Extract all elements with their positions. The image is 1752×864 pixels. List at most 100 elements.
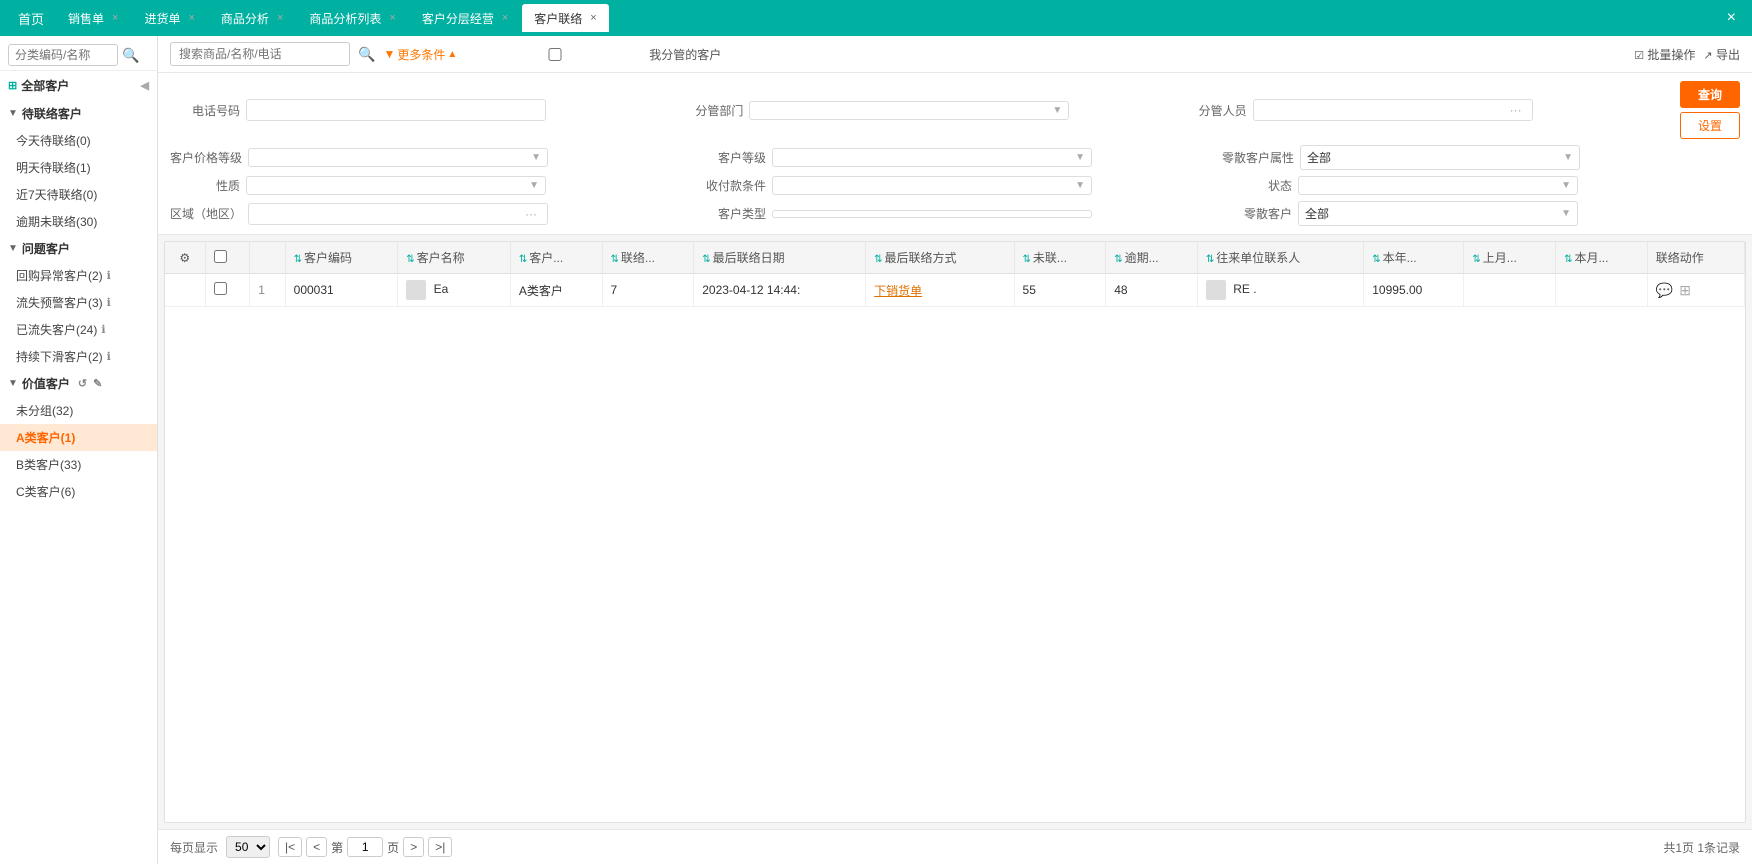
sidebar-collapse-button[interactable]: ◀: [141, 79, 149, 92]
status-select[interactable]: ▼: [1298, 176, 1578, 195]
search-icon-button[interactable]: 🔍: [358, 46, 375, 63]
edit-icon[interactable]: ✎: [93, 377, 102, 390]
select-all-checkbox[interactable]: [214, 250, 227, 263]
sidebar-problem-customers-header[interactable]: ▼ 问题客户: [0, 235, 157, 262]
th-contact-count[interactable]: ⇅联络...: [602, 242, 694, 274]
filter-row-2: 客户价格等级 ▼ 客户等级 ▼ 零散客户属性 全部: [170, 145, 1740, 170]
page-number-input[interactable]: [347, 837, 383, 857]
first-page-button[interactable]: |<: [278, 837, 302, 857]
phone-input[interactable]: [246, 99, 546, 121]
dept-label: 分管部门: [673, 102, 743, 119]
sidebar-pending-contact-header[interactable]: ▼ 待联络客户: [0, 100, 157, 127]
sidebar-item-abnormal-repurchase[interactable]: 回购异常客户(2) ℹ: [0, 262, 157, 289]
price-level-label: 客户价格等级: [170, 149, 242, 166]
th-last-contact-date[interactable]: ⇅最后联络日期: [694, 242, 866, 274]
sidebar-item-churned[interactable]: 已流失客户(24) ℹ: [0, 316, 157, 343]
payment-select[interactable]: ▼: [772, 176, 1092, 195]
sidebar-all-customers-header[interactable]: ⊞ 全部客户 ◀: [0, 71, 157, 100]
last-page-button[interactable]: >|: [428, 837, 452, 857]
refresh-icon[interactable]: ↺: [78, 377, 87, 390]
tab-customer-tier[interactable]: 客户分层经营 ×: [410, 4, 520, 32]
prev-page-button[interactable]: <: [306, 837, 327, 857]
tab-product-analysis[interactable]: 商品分析 ×: [209, 4, 295, 32]
sidebar-item-ungrouped[interactable]: 未分组(32): [0, 397, 157, 424]
td-last-contact-way[interactable]: 下销货单: [866, 274, 1014, 307]
th-this-year[interactable]: ⇅本年...: [1364, 242, 1464, 274]
th-this-month[interactable]: ⇅本月...: [1556, 242, 1648, 274]
th-overdue[interactable]: ⇅逾期...: [1106, 242, 1198, 274]
sidebar-item-class-b[interactable]: B类客户(33): [0, 451, 157, 478]
tab-purchase-order[interactable]: 进货单 ×: [132, 4, 206, 32]
td-last-month: [1464, 274, 1556, 307]
nav-home[interactable]: 首页: [8, 9, 54, 28]
th-seq: [250, 242, 285, 274]
td-actions: 💬 ⊞: [1647, 274, 1744, 307]
td-unit-contact: RE .: [1197, 274, 1363, 307]
th-customer-name[interactable]: ⇅客户名称: [398, 242, 511, 274]
per-page-label: 每页显示: [170, 839, 218, 856]
customer-level-select[interactable]: ▼: [772, 148, 1092, 167]
nature-select[interactable]: ▼: [246, 176, 546, 195]
sidebar-item-class-a[interactable]: A类客户(1): [0, 424, 157, 451]
search-input[interactable]: [170, 42, 350, 66]
person-select[interactable]: ···: [1253, 99, 1533, 121]
sidebar-item-7days-contact[interactable]: 近7天待联络(0): [0, 181, 157, 208]
sidebar-item-churn-warning[interactable]: 流失预警客户(3) ℹ: [0, 289, 157, 316]
price-level-select[interactable]: ▼: [248, 148, 548, 167]
table-header-row: ⚙ ⇅客户编码 ⇅客户名称 ⇅客户... ⇅联络... ⇅最后联络日期 ⇅最后联…: [165, 242, 1745, 274]
payment-label: 收付款条件: [696, 177, 766, 194]
sidebar-value-customers-header[interactable]: ▼ 价值客户 ↺ ✎: [0, 370, 157, 397]
th-unit-contact[interactable]: ⇅往来单位联系人: [1197, 242, 1363, 274]
sidebar-search-input[interactable]: [8, 44, 118, 66]
sidebar-item-overdue-contact[interactable]: 逾期未联络(30): [0, 208, 157, 235]
more-conditions-button[interactable]: ▼ 更多条件 ▲: [383, 46, 457, 63]
batch-op-button[interactable]: ☑ 批量操作: [1634, 46, 1695, 63]
td-contact-count: 7: [602, 274, 694, 307]
th-customer-type[interactable]: ⇅客户...: [510, 242, 602, 274]
my-customers-checkbox[interactable]: [465, 48, 645, 61]
th-last-month[interactable]: ⇅上月...: [1464, 242, 1556, 274]
grid-view-icon[interactable]: ⊞: [1679, 282, 1691, 299]
region-select[interactable]: ···: [248, 203, 548, 225]
close-tab-product-analysis-list[interactable]: ×: [389, 12, 395, 24]
th-last-contact-way[interactable]: ⇅最后联络方式: [866, 242, 1014, 274]
dept-select[interactable]: ▼: [749, 101, 1069, 120]
close-tab-purchase-order[interactable]: ×: [188, 12, 194, 24]
close-tab-customer-tier[interactable]: ×: [502, 12, 508, 24]
filter-row-4: 区域（地区） ··· 客户类型 零散客户 全部 ▼: [170, 201, 1740, 226]
page-suffix: 页: [387, 839, 399, 856]
customer-type-select[interactable]: [772, 210, 1092, 218]
td-checkbox[interactable]: [205, 274, 250, 307]
query-button[interactable]: 查询: [1680, 81, 1740, 108]
chat-icon[interactable]: 💬: [1656, 282, 1673, 299]
td-customer-name: Ea: [398, 274, 511, 307]
close-tab-customer-contact[interactable]: ×: [590, 12, 596, 24]
nature-label: 性质: [170, 177, 240, 194]
sidebar-item-class-c[interactable]: C类客户(6): [0, 478, 157, 505]
sidebar-item-today-contact[interactable]: 今天待联络(0): [0, 127, 157, 154]
close-all-button[interactable]: ×: [1719, 9, 1744, 27]
row-checkbox[interactable]: [214, 282, 227, 295]
retail-attr-select[interactable]: 全部 ▼: [1300, 145, 1580, 170]
export-button[interactable]: ↗ 导出: [1703, 46, 1740, 63]
sidebar-item-declining[interactable]: 持续下滑客户(2) ℹ: [0, 343, 157, 370]
close-tab-sales-order[interactable]: ×: [112, 12, 118, 24]
th-no-contact[interactable]: ⇅未联...: [1014, 242, 1106, 274]
my-customers-checkbox-label[interactable]: 我分管的客户: [465, 46, 721, 63]
th-gear[interactable]: ⚙: [165, 242, 205, 274]
settings-button[interactable]: 设置: [1680, 112, 1740, 139]
sidebar-item-tomorrow-contact[interactable]: 明天待联络(1): [0, 154, 157, 181]
region-more-icon[interactable]: ···: [521, 207, 541, 221]
sidebar-search-button[interactable]: 🔍: [118, 45, 143, 66]
next-page-button[interactable]: >: [403, 837, 424, 857]
tab-customer-contact[interactable]: 客户联络 ×: [522, 4, 608, 32]
tab-sales-order[interactable]: 销售单 ×: [56, 4, 130, 32]
retail-customer-select[interactable]: 全部 ▼: [1298, 201, 1578, 226]
per-page-select[interactable]: 50: [226, 836, 270, 858]
person-more-icon[interactable]: ···: [1506, 103, 1526, 117]
close-tab-product-analysis[interactable]: ×: [277, 12, 283, 24]
th-customer-code[interactable]: ⇅客户编码: [285, 242, 398, 274]
advanced-filter-panel: 电话号码 分管部门 ▼ 分管人员 ···: [158, 73, 1752, 235]
th-checkbox[interactable]: [205, 242, 250, 274]
tab-product-analysis-list[interactable]: 商品分析列表 ×: [297, 4, 407, 32]
